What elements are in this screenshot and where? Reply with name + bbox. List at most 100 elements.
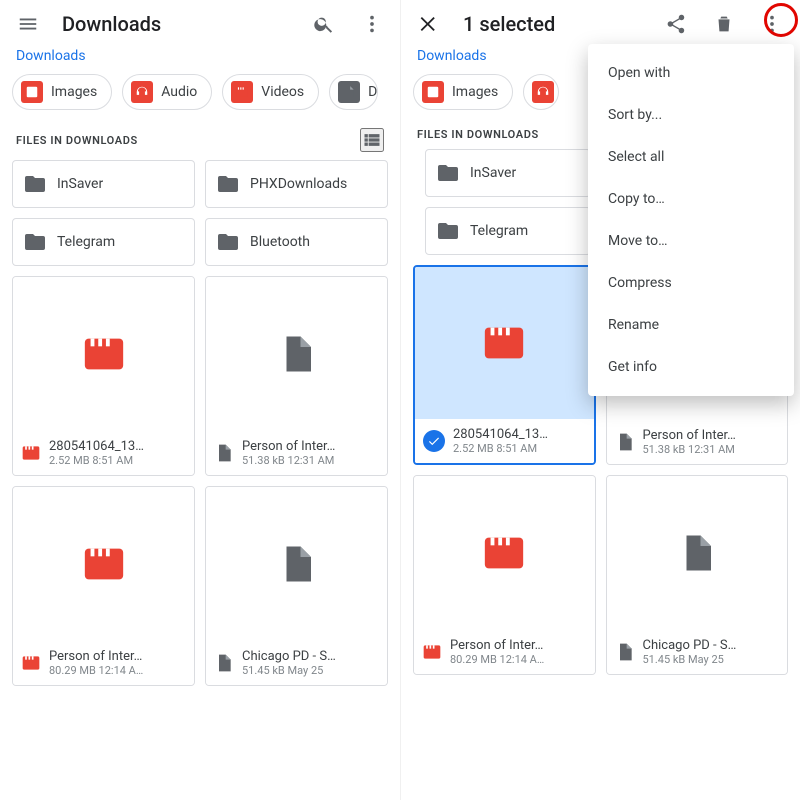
file-thumbnail [206,487,387,641]
chip-audio-cut[interactable] [523,74,559,110]
file-details: 51.45 kB May 25 [643,653,737,666]
folders-grid: InSaver PHXDownloads Telegram Bluetooth [0,160,400,266]
files-grid: 280541064_13…2.52 MB 8:51 AM Person of I… [0,266,400,696]
folder-item[interactable]: Telegram [425,207,591,255]
share-button[interactable] [656,4,696,44]
document-icon [214,653,234,673]
chip-images[interactable]: Images [12,74,112,110]
file-details: 80.29 MB 12:14 A… [49,664,143,677]
breadcrumb[interactable]: Downloads [0,48,400,70]
folder-icon [216,172,240,196]
delete-button[interactable] [704,4,744,44]
folder-name: InSaver [57,176,103,192]
menu-move-to[interactable]: Move to… [588,220,794,262]
file-name: 280541064_13… [49,439,144,454]
file-meta: 280541064_13…2.52 MB 8:51 AM [13,431,194,475]
screenshot-left: Downloads Downloads Images Audio Videos … [0,0,400,800]
chip-label: Audio [161,84,197,100]
file-card[interactable]: 280541064_13…2.52 MB 8:51 AM [12,276,195,476]
page-title: Downloads [62,12,161,36]
chip-images[interactable]: Images [413,74,513,110]
file-card[interactable]: Chicago PD - S…51.45 kB May 25 [205,486,388,686]
chip-videos[interactable]: Videos [222,74,319,110]
section-label: FILES IN DOWNLOADS [16,134,138,147]
folder-item[interactable]: InSaver [425,149,591,197]
video-icon [422,642,442,662]
chip-audio[interactable]: Audio [122,74,212,110]
file-card[interactable]: Person of Inter…80.29 MB 12:14 A… [413,475,596,675]
menu-compress[interactable]: Compress [588,262,794,304]
hamburger-menu-button[interactable] [8,4,48,44]
file-card[interactable]: Person of Inter…80.29 MB 12:14 A… [12,486,195,686]
file-details: 51.38 kB 12:31 AM [643,443,736,456]
more-options-button[interactable] [752,4,792,44]
search-button[interactable] [304,4,344,44]
folder-item[interactable]: Telegram [12,218,195,266]
file-meta: Chicago PD - S…51.45 kB May 25 [607,630,788,674]
file-details: 80.29 MB 12:14 A… [450,653,544,666]
file-name: Person of Inter… [643,428,736,443]
file-thumbnail [415,267,594,419]
file-thumbnail [414,476,595,630]
folders-grid: InSaver Telegram [413,149,603,255]
filter-chips-row: Images Audio Videos D [0,70,400,124]
close-selection-button[interactable] [409,4,449,44]
selection-top-bar: 1 selected [401,0,800,48]
file-name: 280541064_13… [453,427,548,442]
headphones-icon [131,81,153,103]
file-meta: Person of Inter…80.29 MB 12:14 A… [13,641,194,685]
folder-name: Telegram [470,223,528,239]
folder-name: PHXDownloads [250,176,347,192]
folder-name: InSaver [470,165,516,181]
folder-name: Bluetooth [250,234,310,250]
menu-sort-by[interactable]: Sort by... [588,94,794,136]
file-name: Person of Inter… [450,638,544,653]
selection-title: 1 selected [463,12,555,36]
file-details: 51.45 kB May 25 [242,664,336,677]
overflow-menu: Open with Sort by... Select all Copy to…… [588,44,794,396]
folder-item[interactable]: Bluetooth [205,218,388,266]
menu-select-all[interactable]: Select all [588,136,794,178]
file-name: Person of Inter… [49,649,143,664]
top-bar: Downloads [0,0,400,48]
file-details: 51.38 kB 12:31 AM [242,454,335,467]
image-icon [422,81,444,103]
file-thumbnail [206,277,387,431]
chip-label: Videos [261,84,304,100]
file-meta: Person of Inter…80.29 MB 12:14 A… [414,630,595,674]
file-name: Chicago PD - S… [643,638,737,653]
file-name: Person of Inter… [242,439,335,454]
image-icon [21,81,43,103]
menu-get-info[interactable]: Get info [588,346,794,388]
file-meta: Chicago PD - S…51.45 kB May 25 [206,641,387,685]
menu-copy-to[interactable]: Copy to… [588,178,794,220]
folder-item[interactable]: PHXDownloads [205,160,388,208]
folder-icon [23,172,47,196]
folder-icon [23,230,47,254]
headphones-icon [532,81,554,103]
file-thumbnail [607,476,788,630]
chip-documents-cut[interactable]: D [329,74,378,110]
folder-name: Telegram [57,234,115,250]
menu-open-with[interactable]: Open with [588,52,794,94]
view-toggle-button[interactable] [360,128,384,152]
selected-check-icon [423,430,445,452]
folder-item[interactable]: InSaver [12,160,195,208]
file-card[interactable]: Person of Inter…51.38 kB 12:31 AM [205,276,388,476]
chip-label: Images [51,84,97,100]
screenshot-right: 1 selected Downloads Images FILES IN DOW… [400,0,800,800]
menu-rename[interactable]: Rename [588,304,794,346]
video-icon [21,443,41,463]
file-card[interactable]: Chicago PD - S…51.45 kB May 25 [606,475,789,675]
file-card-selected[interactable]: 280541064_13…2.52 MB 8:51 AM [413,265,596,465]
file-details: 2.52 MB 8:51 AM [453,442,548,455]
file-meta: Person of Inter…51.38 kB 12:31 AM [206,431,387,475]
video-icon [231,81,253,103]
section-header: FILES IN DOWNLOADS [0,124,400,160]
file-meta: 280541064_13…2.52 MB 8:51 AM [415,419,594,463]
chip-label: Images [452,84,498,100]
video-icon [21,653,41,673]
file-name: Chicago PD - S… [242,649,336,664]
more-options-button[interactable] [352,4,392,44]
file-meta: Person of Inter…51.38 kB 12:31 AM [607,420,788,464]
